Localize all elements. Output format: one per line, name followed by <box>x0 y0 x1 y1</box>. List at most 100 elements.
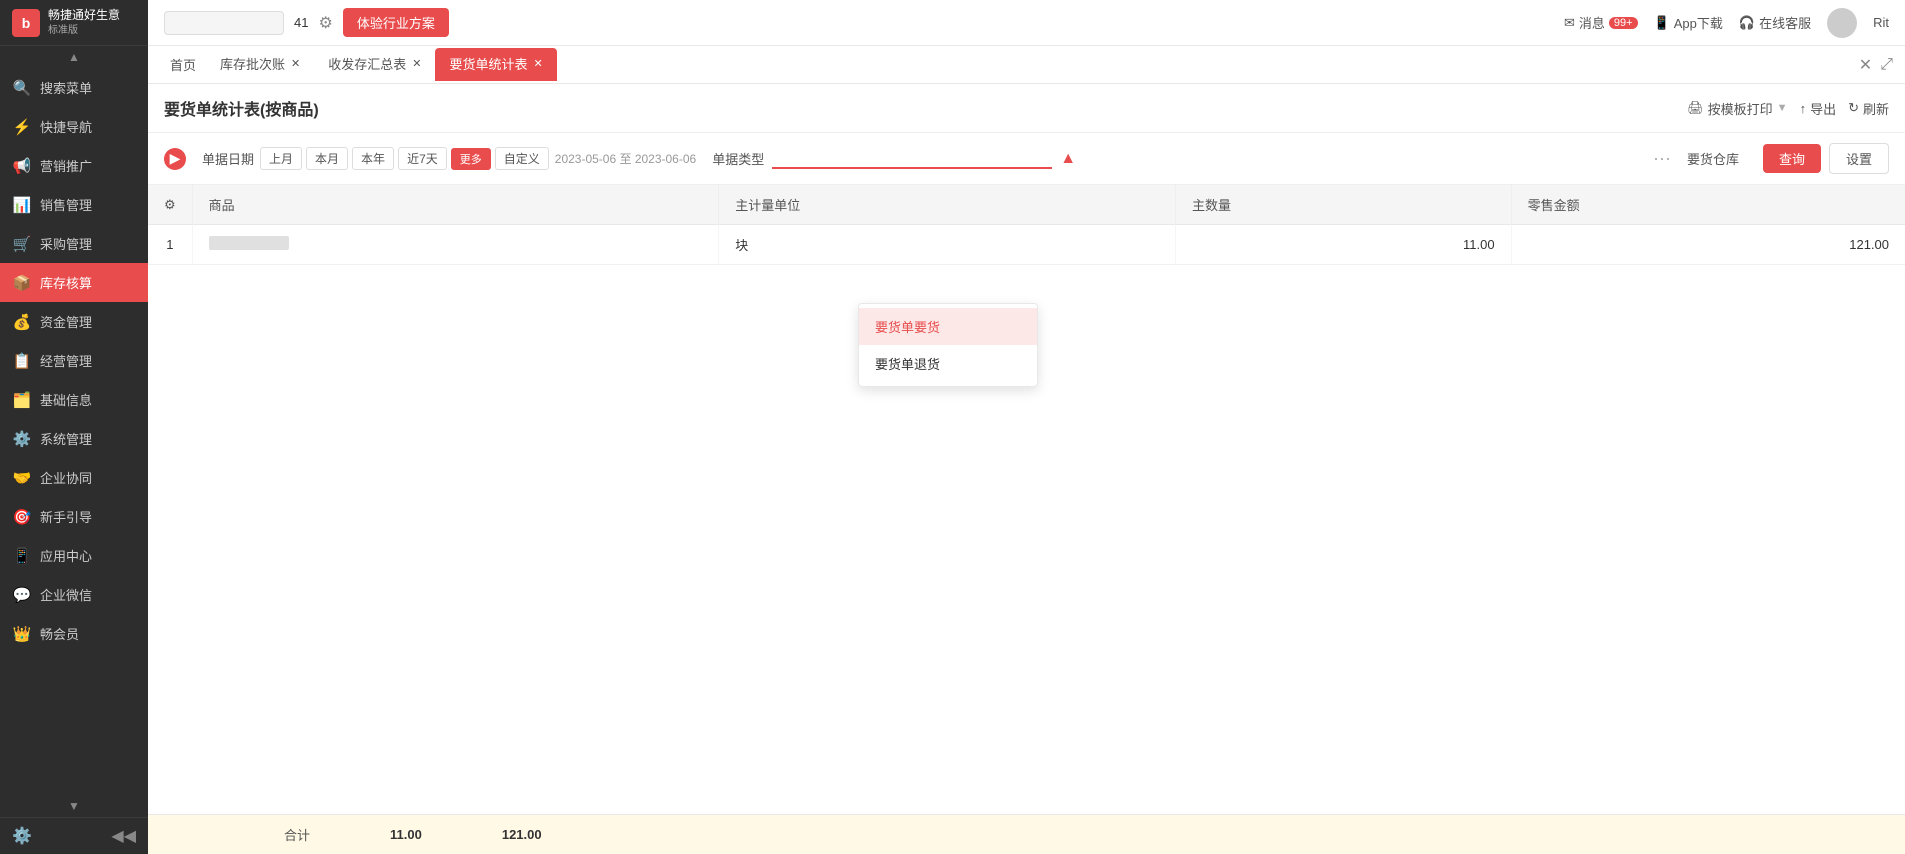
sidebar-item-label: 新手引导 <box>40 507 92 526</box>
sidebar-item-finance[interactable]: 💰 资金管理 <box>0 302 148 341</box>
chevron-down-icon[interactable]: ▼ <box>1777 102 1788 114</box>
topbar-search-input[interactable] <box>164 11 284 35</box>
sidebar-item-inventory[interactable]: 📦 库存核算 <box>0 263 148 302</box>
sidebar-item-purchase[interactable]: 🛒 采购管理 <box>0 224 148 263</box>
row-num: 1 <box>148 225 192 265</box>
dropdown-item-order-return[interactable]: 要货单退货 <box>859 345 1037 382</box>
avatar[interactable] <box>1827 8 1857 38</box>
promo-button[interactable]: 体验行业方案 <box>343 8 449 37</box>
sidebar-item-wechat[interactable]: 💬 企业微信 <box>0 575 148 614</box>
sidebar-item-label: 资金管理 <box>40 312 92 331</box>
sidebar-item-operations[interactable]: 📋 经营管理 <box>0 341 148 380</box>
col-product: 商品 <box>192 185 719 225</box>
date-buttons: 上月 本月 本年 近7天 更多 自定义 <box>260 147 549 170</box>
tab-inventory-batch[interactable]: 库存批次账 ✕ <box>206 48 314 81</box>
sidebar-item-label: 应用中心 <box>40 546 92 565</box>
tab-close-icon[interactable]: ✕ <box>412 57 421 70</box>
col-settings[interactable]: ⚙ <box>148 185 192 225</box>
apps-icon: 📱 <box>12 547 32 565</box>
date-range-display: 2023-05-06 至 2023-06-06 <box>555 150 696 167</box>
sidebar-item-member[interactable]: 👑 畅会员 <box>0 614 148 653</box>
message-button[interactable]: ✉ 消息 99+ <box>1564 13 1638 32</box>
col-quantity: 主数量 <box>1176 185 1512 225</box>
tab-close-icon[interactable]: ✕ <box>291 57 300 70</box>
row-unit: 块 <box>719 225 1176 265</box>
sidebar-item-guide[interactable]: 🎯 新手引导 <box>0 497 148 536</box>
close-all-icon[interactable]: ✕ <box>1859 55 1872 75</box>
settings-button[interactable]: 设置 <box>1829 143 1889 174</box>
wechat-icon: 💬 <box>12 586 32 604</box>
topbar-left: 41 ⚙ 体验行业方案 <box>164 8 449 37</box>
filter-expand-button[interactable]: ▶ <box>164 148 186 170</box>
tab-label: 要货单统计表 <box>449 54 527 73</box>
table-area: ⚙ 商品 主计量单位 主数量 零售金额 1 块 11.00 <box>148 185 1905 814</box>
member-icon: 👑 <box>12 625 32 643</box>
page-header: 要货单统计表(按商品) 🖨 按模板打印 ▼ ↑ 导出 ↻ 刷新 <box>148 84 1905 133</box>
collapse-sidebar-icon[interactable]: ◀◀ <box>111 826 136 846</box>
sidebar-item-label: 畅会员 <box>40 624 79 643</box>
date-btn-this-month[interactable]: 本月 <box>306 147 348 170</box>
message-icon: ✉ <box>1564 15 1575 31</box>
sidebar-item-marketing[interactable]: 📢 营销推广 <box>0 146 148 185</box>
sidebar-item-base[interactable]: 🗂️ 基础信息 <box>0 380 148 419</box>
sidebar-item-system[interactable]: ⚙️ 系统管理 <box>0 419 148 458</box>
tabs-bar: 首页 库存批次账 ✕ 收发存汇总表 ✕ 要货单统计表 ✕ ✕ ⤢ <box>148 46 1905 84</box>
filter-more-icon[interactable]: ··· <box>1653 148 1671 169</box>
col-amount: 零售金额 <box>1511 185 1905 225</box>
topbar-gear-icon[interactable]: ⚙ <box>318 13 332 33</box>
page-title: 要货单统计表(按商品) <box>164 96 319 120</box>
system-icon: ⚙️ <box>12 430 32 448</box>
topbar-right: ✉ 消息 99+ 📱 App下载 🎧 在线客服 Rit <box>1564 8 1889 38</box>
sidebar: b 畅捷通好生意 标准版 ▲ 🔍 搜索菜单 ⚡ 快捷导航 📢 营销推广 📊 销售… <box>0 0 148 854</box>
sidebar-item-sales[interactable]: 📊 销售管理 <box>0 185 148 224</box>
date-btn-last-month[interactable]: 上月 <box>260 147 302 170</box>
search-button[interactable]: 查询 <box>1763 144 1821 173</box>
sidebar-item-apps[interactable]: 📱 应用中心 <box>0 536 148 575</box>
filter-bar: ▶ 单据日期 上月 本月 本年 近7天 更多 自定义 2023-05-06 至 … <box>148 133 1905 185</box>
enterprise-icon: 🤝 <box>12 469 32 487</box>
date-btn-custom[interactable]: 自定义 <box>495 147 549 170</box>
tabs-actions: ✕ ⤢ <box>1859 55 1893 75</box>
tab-home[interactable]: 首页 <box>160 49 206 80</box>
type-filter-input[interactable] <box>772 148 1052 169</box>
sidebar-item-label: 企业微信 <box>40 585 92 604</box>
sidebar-scroll-up[interactable]: ▲ <box>0 46 148 68</box>
type-filter-arrow-icon[interactable]: ▲ <box>1060 150 1076 168</box>
sidebar-logo: b 畅捷通好生意 标准版 <box>0 0 148 46</box>
base-icon: 🗂️ <box>12 391 32 409</box>
sidebar-nav: 🔍 搜索菜单 ⚡ 快捷导航 📢 营销推广 📊 销售管理 🛒 采购管理 📦 库存核… <box>0 68 148 795</box>
refresh-button[interactable]: ↻ 刷新 <box>1848 99 1889 118</box>
footer-amount: 121.00 <box>422 827 542 842</box>
date-btn-7days[interactable]: 近7天 <box>398 147 447 170</box>
sidebar-item-search[interactable]: 🔍 搜索菜单 <box>0 68 148 107</box>
customer-service-button[interactable]: 🎧 在线客服 <box>1739 13 1811 32</box>
purchase-icon: 🛒 <box>12 235 32 253</box>
sidebar-item-shortcut[interactable]: ⚡ 快捷导航 <box>0 107 148 146</box>
fullscreen-icon[interactable]: ⤢ <box>1880 56 1893 74</box>
settings-icon[interactable]: ⚙️ <box>12 826 32 846</box>
tab-receipt-summary[interactable]: 收发存汇总表 ✕ <box>314 48 435 81</box>
type-filter-group: 单据类型 ▲ <box>712 148 1637 169</box>
app-download-button[interactable]: 📱 App下载 <box>1654 13 1723 32</box>
tab-order-stats[interactable]: 要货单统计表 ✕ <box>435 48 556 81</box>
date-btn-this-year[interactable]: 本年 <box>352 147 394 170</box>
tab-close-icon[interactable]: ✕ <box>534 57 543 70</box>
export-button[interactable]: ↑ 导出 <box>1800 99 1837 118</box>
sidebar-item-label: 系统管理 <box>40 429 92 448</box>
sidebar-item-label: 搜索菜单 <box>40 78 92 97</box>
sidebar-item-enterprise[interactable]: 🤝 企业协同 <box>0 458 148 497</box>
app-download-label: App下载 <box>1674 13 1723 32</box>
user-name: Rit <box>1873 15 1889 30</box>
headset-icon: 🎧 <box>1739 15 1755 31</box>
print-icon: 🖨 <box>1687 100 1704 116</box>
app-logo-icon: b <box>12 9 40 37</box>
main-content: 41 ⚙ 体验行业方案 ✉ 消息 99+ 📱 App下载 🎧 在线客服 Rit … <box>148 0 1905 854</box>
sales-icon: 📊 <box>12 196 32 214</box>
dropdown-item-order-goods[interactable]: 要货单要货 <box>859 308 1037 345</box>
table-row: 1 块 11.00 121.00 <box>148 225 1905 265</box>
type-filter-label: 单据类型 <box>712 149 764 168</box>
print-button[interactable]: 🖨 按模板打印 ▼ <box>1687 99 1787 118</box>
date-btn-more[interactable]: 更多 <box>451 148 491 170</box>
sidebar-scroll-down[interactable]: ▼ <box>0 795 148 817</box>
filter-actions: 查询 设置 <box>1763 143 1889 174</box>
